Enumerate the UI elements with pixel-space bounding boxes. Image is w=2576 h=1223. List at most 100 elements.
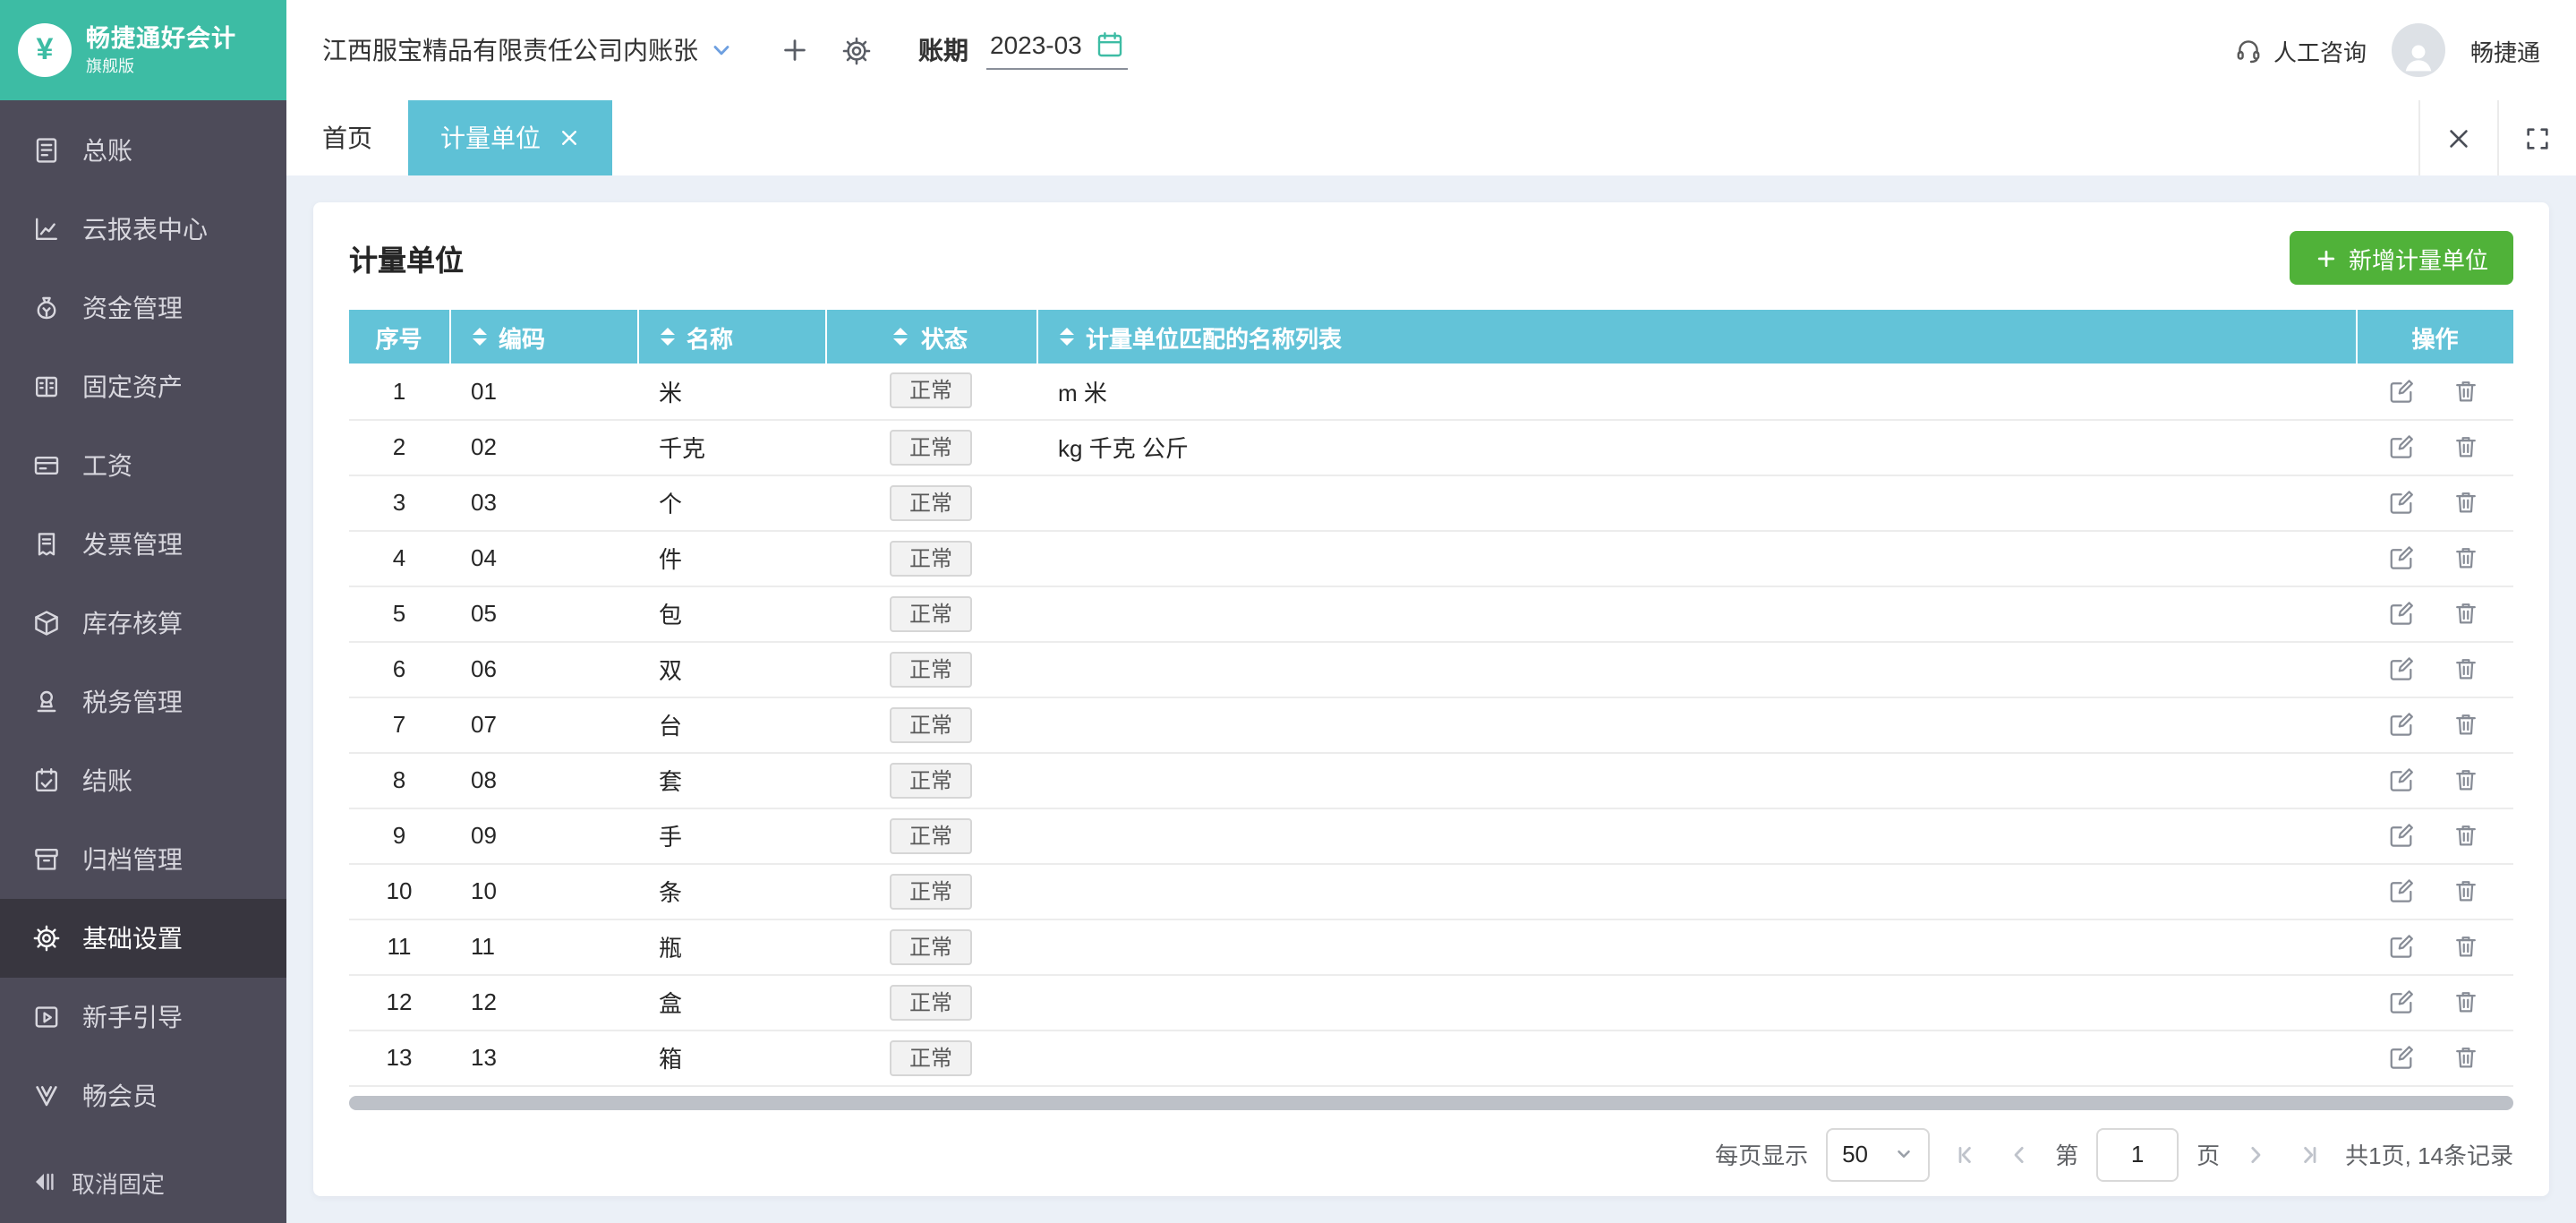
delete-button[interactable] <box>2452 988 2481 1017</box>
avatar[interactable] <box>2391 23 2445 77</box>
sidebar-item-inventory[interactable]: 库存核算 <box>0 584 286 663</box>
cell-status: 正常 <box>825 363 1036 420</box>
tab-measurement-unit[interactable]: 计量单位 <box>408 100 612 175</box>
column-header-code[interactable]: 编码 <box>449 310 638 363</box>
edit-button[interactable] <box>2388 822 2417 851</box>
edit-button[interactable] <box>2388 655 2417 684</box>
status-badge: 正常 <box>890 928 972 964</box>
edit-button[interactable] <box>2388 377 2417 406</box>
delete-button[interactable] <box>2452 489 2481 517</box>
unit-table: 序号 编码 名称 状态 计量单位匹配的名称列表 操作 1 01 米 正常 m 米… <box>349 310 2513 1086</box>
cell-operations <box>2356 530 2513 586</box>
sidebar-item-onboarding[interactable]: 新手引导 <box>0 978 286 1056</box>
cell-operations <box>2356 863 2513 919</box>
cell-no: 5 <box>349 586 449 642</box>
table-row: 5 05 包 正常 <box>349 586 2513 642</box>
status-badge: 正常 <box>890 817 972 853</box>
sort-icon <box>1059 328 1073 346</box>
sidebar-item-label: 云报表中心 <box>82 215 208 244</box>
delete-button[interactable] <box>2452 600 2481 629</box>
sidebar-item-archive[interactable]: 归档管理 <box>0 820 286 899</box>
cell-name: 千克 <box>637 419 825 475</box>
delete-button[interactable] <box>2452 1044 2481 1073</box>
sidebar-item-label: 库存核算 <box>82 609 183 637</box>
edit-button[interactable] <box>2388 988 2417 1017</box>
pagination-summary: 共1页, 14条记录 <box>2345 1142 2513 1169</box>
close-all-tabs-button[interactable] <box>2418 100 2497 175</box>
page-number-input[interactable] <box>2096 1127 2179 1181</box>
app-edition: 旗舰版 <box>86 56 135 75</box>
table-row: 1 01 米 正常 m 米 <box>349 363 2513 420</box>
edit-button[interactable] <box>2388 766 2417 795</box>
column-header-names[interactable]: 计量单位匹配的名称列表 <box>1036 310 2357 363</box>
sidebar-item-funds[interactable]: 资金管理 <box>0 269 286 347</box>
unpin-sidebar-button[interactable]: 取消固定 <box>0 1141 286 1223</box>
salary-card-icon <box>32 451 61 480</box>
settings-gear-button[interactable] <box>841 35 872 65</box>
delete-button[interactable] <box>2452 655 2481 684</box>
add-unit-button[interactable]: 新增计量单位 <box>2289 231 2513 285</box>
horizontal-scrollbar-thumb[interactable] <box>349 1095 2513 1109</box>
delete-button[interactable] <box>2452 711 2481 740</box>
column-header-ops: 操作 <box>2356 310 2513 363</box>
add-account-button[interactable] <box>780 36 809 64</box>
edit-button[interactable] <box>2388 544 2417 573</box>
delete-button[interactable] <box>2452 377 2481 406</box>
page-prefix: 第 <box>2055 1142 2079 1169</box>
brand-emblem-icon: ¥ <box>18 23 72 77</box>
sidebar-item-basic-settings[interactable]: 基础设置 <box>0 899 286 978</box>
chevron-down-icon <box>1894 1144 1914 1164</box>
sidebar-item-invoices[interactable]: 发票管理 <box>0 505 286 584</box>
cell-no: 8 <box>349 752 449 808</box>
sidebar-item-general-ledger[interactable]: 总账 <box>0 111 286 190</box>
sidebar-item-membership[interactable]: 畅会员 <box>0 1056 286 1135</box>
column-header-status[interactable]: 状态 <box>825 310 1037 363</box>
first-page-button[interactable] <box>1948 1136 1983 1172</box>
support-consult-button[interactable]: 人工咨询 <box>2234 33 2367 67</box>
tab-home[interactable]: 首页 <box>286 100 408 175</box>
username[interactable]: 畅捷通 <box>2470 33 2540 67</box>
next-page-button[interactable] <box>2238 1136 2273 1172</box>
delete-button[interactable] <box>2452 433 2481 462</box>
sidebar-item-label: 基础设置 <box>82 924 183 953</box>
edit-button[interactable] <box>2388 489 2417 517</box>
last-page-button[interactable] <box>2291 1136 2327 1172</box>
sidebar: ¥ 畅捷通好会计 旗舰版 总账 云报表中心 资金管理 固定资产 工资 发票管理 … <box>0 0 286 1223</box>
company-selector[interactable]: 江西服宝精品有限责任公司内账张 <box>322 32 734 68</box>
sidebar-item-salary[interactable]: 工资 <box>0 426 286 505</box>
chevron-down-icon <box>709 38 734 63</box>
column-header-name[interactable]: 名称 <box>637 310 826 363</box>
sidebar-item-tax[interactable]: 税务管理 <box>0 663 286 741</box>
sidebar-item-cloud-reports[interactable]: 云报表中心 <box>0 190 286 269</box>
sidebar-item-fixed-assets[interactable]: 固定资产 <box>0 347 286 426</box>
period-date-field[interactable]: 2023-03 <box>986 30 1129 70</box>
tabbar: 首页 计量单位 <box>286 100 2576 175</box>
edit-button[interactable] <box>2388 877 2417 906</box>
edit-button[interactable] <box>2388 433 2417 462</box>
cell-code: 04 <box>449 530 637 586</box>
delete-button[interactable] <box>2452 544 2481 573</box>
tab-label: 计量单位 <box>440 124 541 152</box>
edit-button[interactable] <box>2388 1044 2417 1073</box>
per-page-select[interactable]: 50 <box>1826 1127 1931 1181</box>
delete-button[interactable] <box>2452 822 2481 851</box>
fixed-asset-icon <box>32 372 61 401</box>
cell-status: 正常 <box>825 919 1036 975</box>
cell-status: 正常 <box>825 475 1036 531</box>
delete-button[interactable] <box>2452 933 2481 962</box>
cell-no: 7 <box>349 697 449 753</box>
tab-close-icon[interactable] <box>559 127 580 149</box>
fullscreen-icon[interactable] <box>2497 100 2576 175</box>
prev-page-button[interactable] <box>2001 1136 2037 1172</box>
cell-status: 正常 <box>825 1030 1036 1086</box>
edit-button[interactable] <box>2388 711 2417 740</box>
sidebar-item-closing[interactable]: 结账 <box>0 741 286 820</box>
main-content: 计量单位 新增计量单位 序号 编码 名称 状态 计量单位匹配的名称列表 操作 1… <box>286 175 2576 1223</box>
sidebar-item-label: 新手引导 <box>82 1003 183 1031</box>
cell-operations <box>2356 586 2513 642</box>
delete-button[interactable] <box>2452 877 2481 906</box>
edit-button[interactable] <box>2388 600 2417 629</box>
delete-button[interactable] <box>2452 766 2481 795</box>
cell-no: 13 <box>349 1030 449 1086</box>
edit-button[interactable] <box>2388 933 2417 962</box>
